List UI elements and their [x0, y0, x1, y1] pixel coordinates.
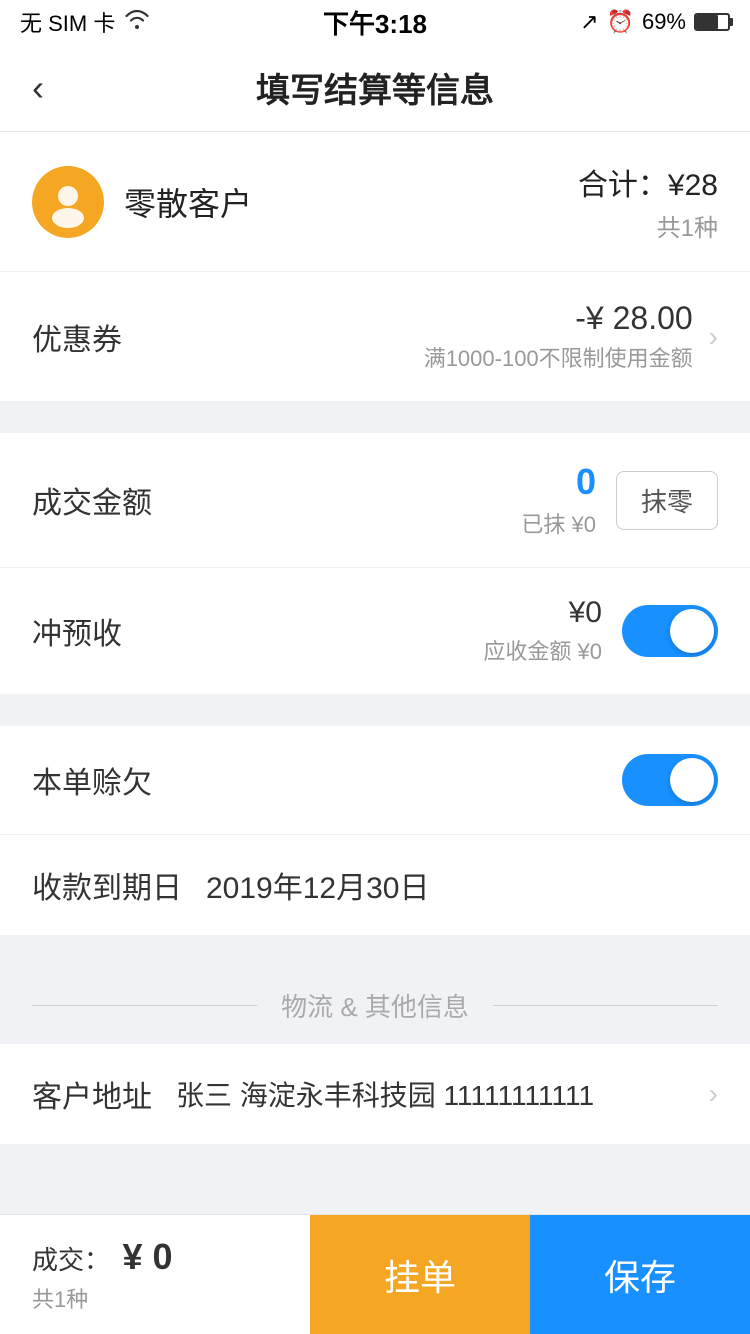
customer-total: 合计：¥28: [578, 160, 718, 204]
date-row: 收款到期日 2019年12月30日: [0, 834, 750, 935]
coupon-amount: -¥ 28.00: [424, 300, 693, 337]
status-right: ↗ ⏰ 69%: [580, 9, 730, 35]
chevron-right-icon: ›: [709, 321, 718, 353]
logistics-header: 物流 & 其他信息: [0, 967, 750, 1044]
bottom-info: 成交： ¥ 0 共1种: [0, 1236, 310, 1314]
hang-single-button[interactable]: 挂单: [310, 1215, 530, 1334]
bottom-bar: 成交： ¥ 0 共1种 挂单 保存: [0, 1214, 750, 1334]
divider-2: [0, 710, 750, 726]
prereceive-right: ¥0 应收金额 ¥0: [483, 596, 718, 666]
toggle-knob: [670, 609, 714, 653]
coupon-label: 优惠券: [32, 315, 122, 359]
customer-row: 零散客户 合计：¥28 共1种: [0, 132, 750, 271]
divider-3: [0, 951, 750, 967]
address-label: 客户地址: [32, 1072, 152, 1116]
transaction-right: 0 已抹 ¥0 抹零: [521, 461, 718, 539]
bottom-deal-label: 成交：: [32, 1245, 110, 1275]
bottom-deal-amount: ¥ 0: [122, 1236, 172, 1277]
battery-icon: [694, 13, 730, 31]
debt-toggle-knob: [670, 758, 714, 802]
coupon-value-block: -¥ 28.00 满1000-100不限制使用金额: [424, 300, 693, 373]
customer-name: 零散客户: [124, 179, 252, 225]
address-chevron-icon: ›: [709, 1078, 718, 1110]
round-zero-button[interactable]: 抹零: [616, 471, 718, 530]
debt-row: 本单赊欠: [0, 726, 750, 834]
prereceive-toggle[interactable]: [622, 605, 718, 657]
logistics-line-right: [493, 1005, 718, 1006]
transaction-row: 成交金额 0 已抹 ¥0 抹零: [0, 433, 750, 567]
logistics-line-left: [32, 1005, 257, 1006]
battery-pct: 69%: [642, 9, 686, 35]
location-icon: ↗: [580, 9, 598, 35]
avatar: [32, 166, 104, 238]
debt-label: 本单赊欠: [32, 758, 152, 802]
address-value: 张三 海淀永丰科技园 11111111111: [176, 1074, 709, 1114]
page-title: 填写结算等信息: [256, 63, 494, 112]
status-time: 下午3:18: [323, 4, 427, 41]
coupon-right: -¥ 28.00 满1000-100不限制使用金额 ›: [424, 300, 718, 373]
logistics-label: 物流 & 其他信息: [257, 987, 493, 1024]
transaction-label: 成交金额: [32, 478, 152, 522]
no-sim-label: 无 SIM 卡: [20, 6, 115, 38]
address-section: 客户地址 张三 海淀永丰科技园 11111111111 ›: [0, 1044, 750, 1144]
prereceive-row: 冲预收 ¥0 应收金额 ¥0: [0, 567, 750, 694]
prereceive-sub: 应收金额 ¥0: [483, 634, 602, 666]
back-button[interactable]: ‹: [24, 59, 52, 117]
divider-1: [0, 417, 750, 433]
status-bar: 无 SIM 卡 下午3:18 ↗ ⏰ 69%: [0, 0, 750, 44]
customer-right: 合计：¥28 共1种: [578, 160, 718, 243]
due-date-label: 收款到期日: [32, 863, 182, 907]
debt-section: 本单赊欠 收款到期日 2019年12月30日: [0, 726, 750, 935]
transaction-sub: 已抹 ¥0: [521, 507, 596, 539]
coupon-desc: 满1000-100不限制使用金额: [424, 341, 693, 373]
transaction-value: 0: [521, 461, 596, 503]
prereceive-label: 冲预收: [32, 609, 122, 653]
content: 零散客户 合计：¥28 共1种 优惠券 -¥ 28.00 满1000-100不限…: [0, 132, 750, 1290]
debt-toggle[interactable]: [622, 754, 718, 806]
customer-count: 共1种: [578, 208, 718, 243]
prereceive-main: ¥0: [483, 596, 602, 630]
bottom-deal-row: 成交： ¥ 0: [32, 1236, 278, 1278]
status-left: 无 SIM 卡: [20, 6, 151, 38]
due-date-value: 2019年12月30日: [206, 863, 429, 907]
bottom-count: 共1种: [32, 1282, 278, 1314]
save-button[interactable]: 保存: [530, 1215, 750, 1334]
alarm-icon: ⏰: [607, 9, 634, 35]
nav-bar: ‹ 填写结算等信息: [0, 44, 750, 132]
customer-left: 零散客户: [32, 166, 252, 238]
customer-section: 零散客户 合计：¥28 共1种 优惠券 -¥ 28.00 满1000-100不限…: [0, 132, 750, 401]
prereceive-value-block: ¥0 应收金额 ¥0: [483, 596, 602, 666]
address-row[interactable]: 客户地址 张三 海淀永丰科技园 11111111111 ›: [0, 1044, 750, 1144]
transaction-section: 成交金额 0 已抹 ¥0 抹零 冲预收 ¥0 应收金额 ¥0: [0, 433, 750, 694]
amount-block: 0 已抹 ¥0: [521, 461, 596, 539]
coupon-row[interactable]: 优惠券 -¥ 28.00 满1000-100不限制使用金额 ›: [0, 271, 750, 401]
wifi-icon: [123, 8, 151, 36]
